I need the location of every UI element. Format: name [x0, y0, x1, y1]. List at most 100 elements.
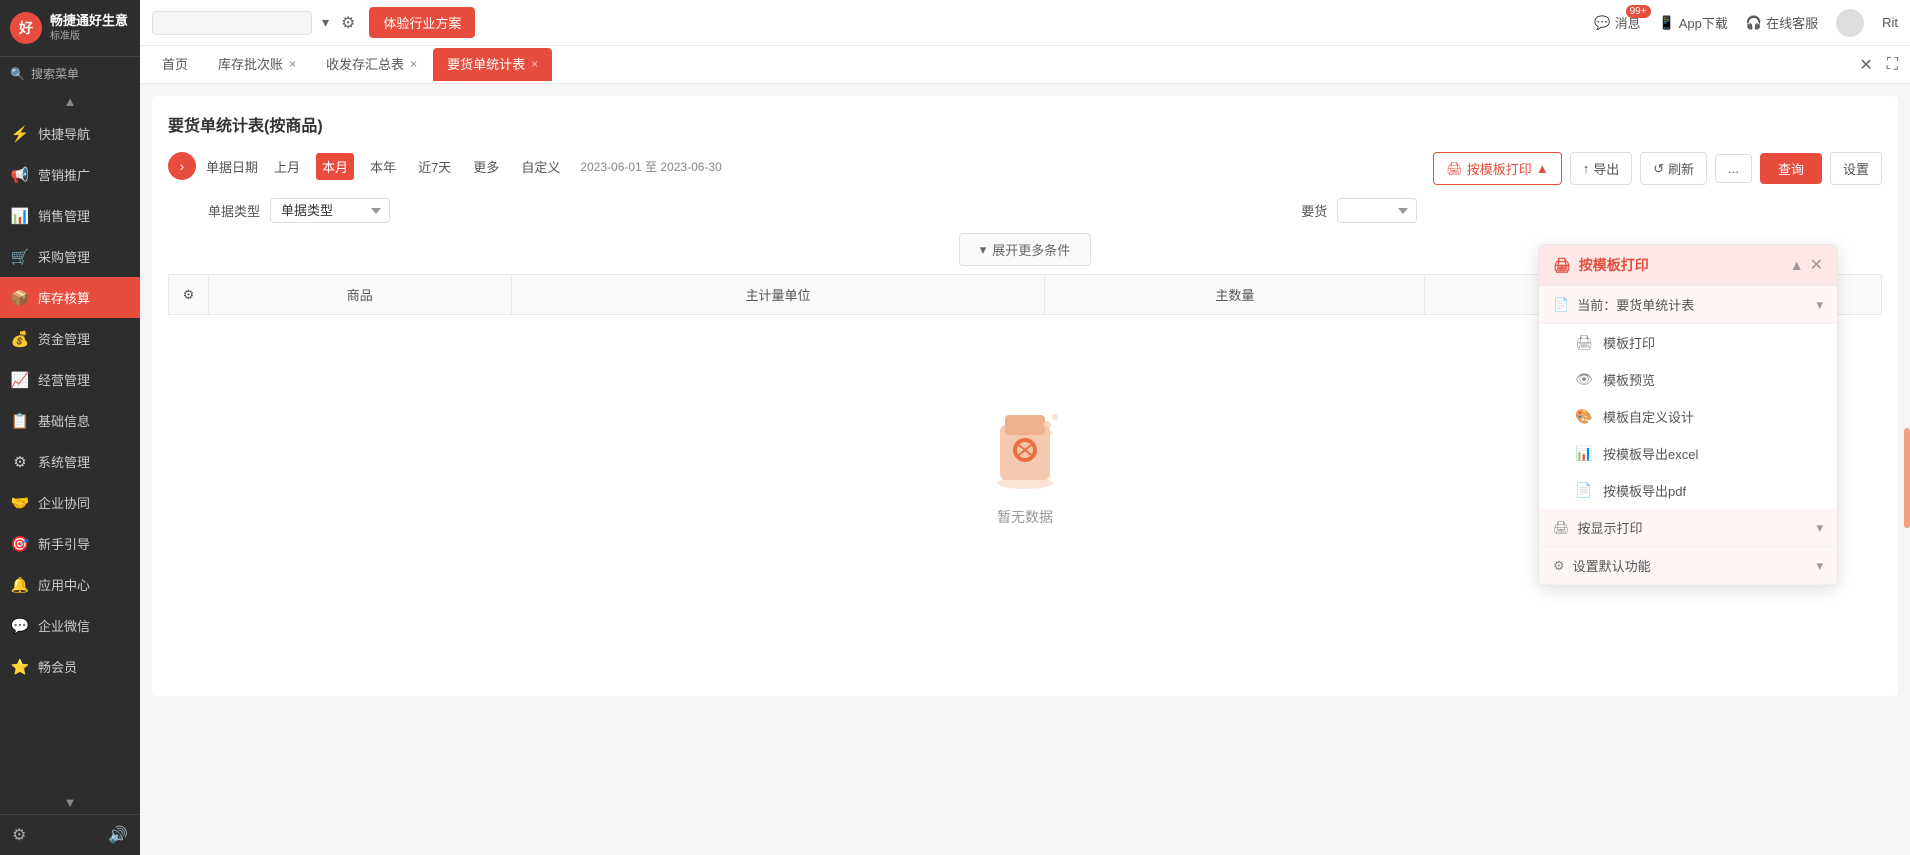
header-message[interactable]: 💬 消息 99+ [1594, 13, 1640, 32]
sidebar-item-inventory[interactable]: 📦 库存核算 [0, 277, 140, 318]
sidebar-item-guide[interactable]: 🎯 新手引导 [0, 523, 140, 564]
collab-icon: 🤝 [10, 494, 30, 512]
sidebar-item-wechat[interactable]: 💬 企业微信 [0, 605, 140, 646]
sidebar-item-finance[interactable]: 💰 资金管理 [0, 318, 140, 359]
page-title: 要货单统计表(按商品) [168, 112, 1882, 136]
default-function-icon: ⚙ [1553, 558, 1565, 574]
template-design-item[interactable]: 🎨 模板自定义设计 [1539, 398, 1837, 435]
more-actions-btn[interactable]: ... [1715, 154, 1752, 183]
print-btn[interactable]: 🖨 按模板打印 ▲ [1433, 152, 1561, 185]
sidebar-item-label: 基础信息 [38, 411, 130, 430]
basic-icon: 📋 [10, 412, 30, 430]
col-settings[interactable]: ⚙ [169, 275, 209, 315]
sidebar-item-operation[interactable]: 📈 经营管理 [0, 359, 140, 400]
current-template-label: 当前：要货单统计表 [1577, 295, 1694, 314]
print-dropdown-title: 🖨 按模板打印 [1553, 255, 1649, 275]
tab-order-stats-close[interactable]: × [531, 57, 538, 71]
chevron-down-icon: ▾ [980, 242, 987, 258]
order-subtype-select[interactable] [1337, 198, 1417, 223]
message-icon: 💬 [1594, 15, 1610, 31]
date-current-month-btn[interactable]: 本月 [316, 153, 354, 180]
default-function-arrow: ▾ [1816, 558, 1823, 574]
date-7days-btn[interactable]: 近7天 [412, 153, 457, 180]
settings-icon[interactable]: ⚙ [12, 825, 26, 845]
date-current-year-btn[interactable]: 本年 [364, 153, 402, 180]
sidebar-item-label: 企业微信 [38, 616, 130, 635]
header-online-service[interactable]: 🎧 在线客服 [1746, 13, 1818, 32]
print-dropdown-close-btn[interactable]: ✕ [1810, 255, 1823, 275]
template-design-label: 模板自定义设计 [1603, 407, 1694, 426]
default-function-label: 设置默认功能 [1573, 556, 1651, 575]
main-area: ▾ ⚙ 体验行业方案 💬 消息 99+ 📱 App下载 🎧 在线客服 Rit 首… [140, 0, 1910, 855]
tab-home[interactable]: 首页 [148, 48, 202, 81]
refresh-icon: ↺ [1653, 161, 1664, 177]
date-prev-month-btn[interactable]: 上月 [268, 153, 306, 180]
sidebar-item-system[interactable]: ⚙ 系统管理 [0, 441, 140, 482]
sidebar-scroll-down[interactable]: ▼ [0, 791, 140, 814]
sidebar-scroll-up[interactable]: ▲ [0, 90, 140, 113]
sidebar-item-marketing[interactable]: 📢 营销推广 [0, 154, 140, 195]
header-search-input[interactable] [163, 16, 283, 30]
sidebar-item-collab[interactable]: 🤝 企业协同 [0, 482, 140, 523]
template-export-pdf-item[interactable]: 📄 按模板导出pdf [1539, 472, 1837, 509]
sidebar-item-quick-nav[interactable]: ⚡ 快捷导航 [0, 113, 140, 154]
template-export-pdf-label: 按模板导出pdf [1603, 481, 1686, 500]
tab-receipt-summary-close[interactable]: × [410, 57, 417, 71]
user-avatar[interactable] [1836, 9, 1864, 37]
appstore-icon: 🔔 [10, 576, 30, 594]
order-type-select[interactable]: 单据类型 [270, 198, 390, 223]
header-gear-btn[interactable]: ⚙ [339, 11, 357, 35]
refresh-btn-label: 刷新 [1668, 159, 1694, 178]
tab-batch-account[interactable]: 库存批次账 × [204, 48, 310, 81]
display-print-header[interactable]: 🖨 按显示打印 ▾ [1539, 509, 1837, 546]
header-app-download[interactable]: 📱 App下载 [1659, 13, 1728, 32]
tab-maximize-btn[interactable]: ⛶ [1883, 54, 1902, 76]
filter-expand-btn[interactable]: › [168, 152, 196, 180]
query-btn[interactable]: 查询 [1760, 153, 1822, 184]
sidebar-item-label: 快捷导航 [38, 124, 130, 143]
sidebar-item-sales[interactable]: 📊 销售管理 [0, 195, 140, 236]
header-dropdown-btn[interactable]: ▾ [320, 12, 331, 33]
current-template-header[interactable]: 📄 当前：要货单统计表 ▾ [1539, 286, 1837, 323]
sidebar-item-member[interactable]: ⭐ 畅会员 [0, 646, 140, 687]
sidebar-item-label: 库存核算 [38, 288, 130, 307]
sidebar-item-label: 营销推广 [38, 165, 130, 184]
column-settings-icon[interactable]: ⚙ [183, 287, 195, 302]
sidebar-item-basic[interactable]: 📋 基础信息 [0, 400, 140, 441]
user-name: Rit [1882, 15, 1898, 30]
page-card: 要货单统计表(按商品) › 单据日期 上月 本月 本年 近7天 更多 [152, 96, 1898, 696]
sidebar-search[interactable]: 🔍 搜索菜单 [0, 57, 140, 90]
default-function-header[interactable]: ⚙ 设置默认功能 ▾ [1539, 547, 1837, 584]
sidebar-logo: 好 畅捷通好生意 标准版 [0, 0, 140, 57]
empty-text: 暂无数据 [997, 507, 1053, 527]
sidebar-item-label: 采购管理 [38, 247, 130, 266]
tab-batch-account-close[interactable]: × [289, 57, 296, 71]
template-preview-label: 模板预览 [1603, 370, 1655, 389]
sidebar: 好 畅捷通好生意 标准版 🔍 搜索菜单 ▲ ⚡ 快捷导航 📢 营销推广 📊 销售… [0, 0, 140, 855]
template-design-icon: 🎨 [1575, 408, 1593, 425]
settings-btn[interactable]: 设置 [1830, 152, 1882, 185]
template-preview-item[interactable]: 👁 模板预览 [1539, 361, 1837, 398]
expand-more-btn[interactable]: ▾ 展开更多条件 [959, 233, 1092, 266]
tab-batch-account-label: 库存批次账 [218, 54, 283, 73]
template-export-excel-item[interactable]: 📊 按模板导出excel [1539, 435, 1837, 472]
tab-close-all-btn[interactable]: ✕ [1855, 53, 1876, 77]
volume-icon[interactable]: 🔊 [108, 825, 128, 845]
sidebar-item-purchase[interactable]: 🛒 采购管理 [0, 236, 140, 277]
top-header: ▾ ⚙ 体验行业方案 💬 消息 99+ 📱 App下载 🎧 在线客服 Rit [140, 0, 1910, 46]
marketing-icon: 📢 [10, 166, 30, 184]
date-filter-label: 单据日期 [206, 157, 258, 176]
sidebar-footer: ⚙ 🔊 [0, 814, 140, 855]
template-print-item[interactable]: 🖨 模板打印 [1539, 324, 1837, 361]
default-function-section: ⚙ 设置默认功能 ▾ [1539, 547, 1837, 585]
export-btn[interactable]: ↑ 导出 [1570, 152, 1633, 185]
refresh-btn[interactable]: ↺ 刷新 [1640, 152, 1707, 185]
tab-order-stats[interactable]: 要货单统计表 × [433, 48, 552, 81]
tab-receipt-summary[interactable]: 收发存汇总表 × [312, 48, 431, 81]
date-custom-btn[interactable]: 自定义 [515, 153, 566, 180]
print-dropdown-collapse-btn[interactable]: ▲ [1790, 257, 1804, 273]
sidebar-item-appstore[interactable]: 🔔 应用中心 [0, 564, 140, 605]
industry-btn[interactable]: 体验行业方案 [369, 7, 475, 38]
sidebar-item-label: 经营管理 [38, 370, 130, 389]
date-more-btn[interactable]: 更多 [467, 153, 505, 180]
